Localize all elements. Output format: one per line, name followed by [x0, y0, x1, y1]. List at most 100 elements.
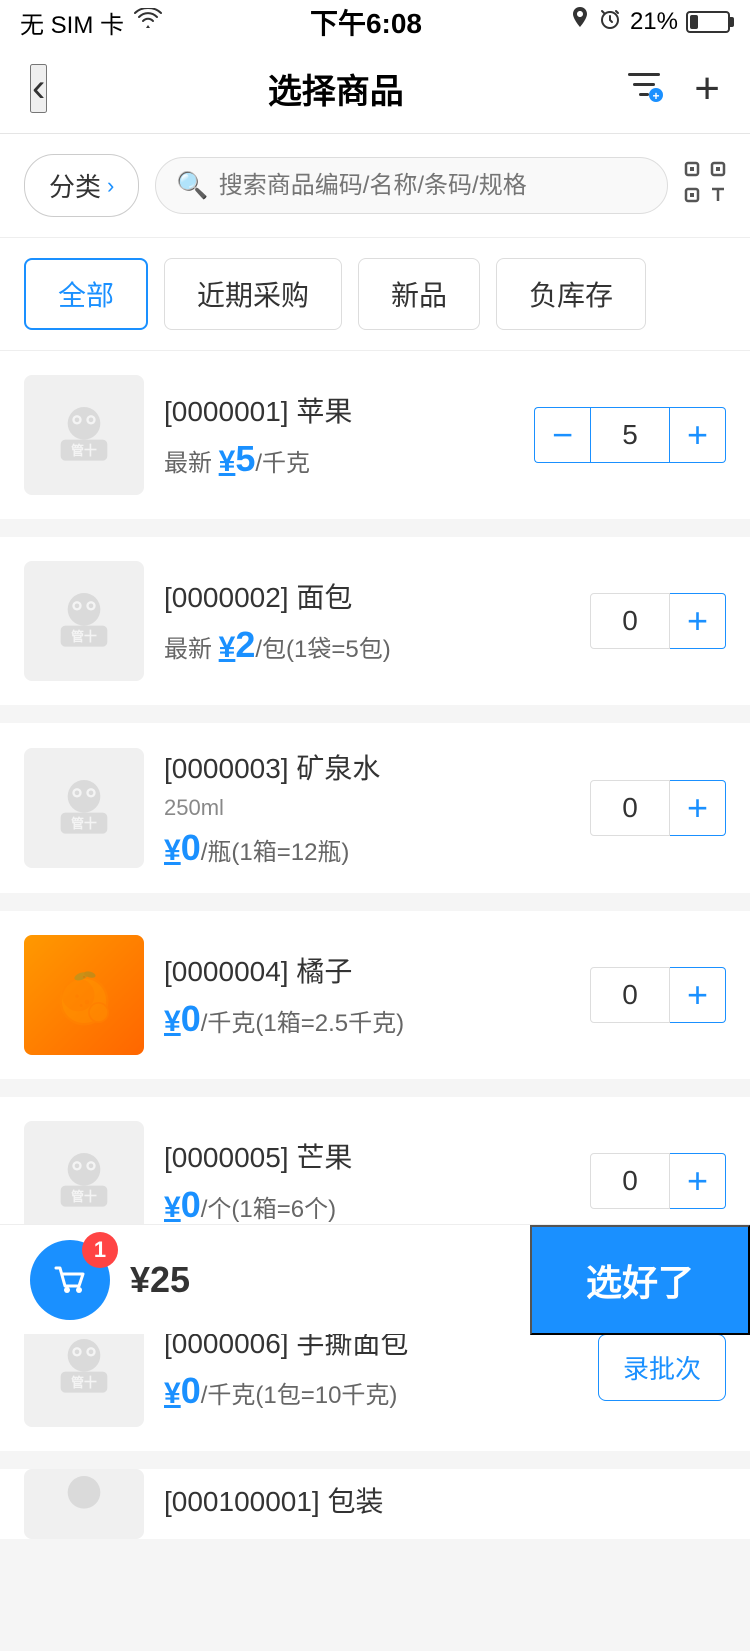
- price-symbol-2: ¥: [219, 631, 236, 664]
- cart-badge: 1: [82, 1232, 118, 1268]
- price-unit-1: /千克: [255, 450, 310, 477]
- qty-display-4: 0: [590, 967, 670, 1023]
- product-thumb-5: 管十: [24, 1121, 144, 1241]
- price-unit-6: /千克(1包=10千克): [201, 1382, 398, 1409]
- cart-section: 1 ¥25: [0, 1240, 530, 1320]
- status-bar: 无 SIM 卡 下午6:08 21%: [0, 0, 750, 44]
- svg-text:+: +: [653, 89, 660, 103]
- svg-text:管十: 管十: [71, 1375, 97, 1390]
- product-info-5: [0000005] 芒果 ¥0/个(1箱=6个): [164, 1136, 570, 1226]
- product-thumb-7: [24, 1469, 144, 1539]
- price-num-2: 2: [235, 624, 255, 665]
- search-box: 🔍: [155, 157, 668, 214]
- location-icon: [570, 7, 590, 38]
- category-chevron-icon: ›: [107, 173, 114, 199]
- nav-title: 选择商品: [268, 64, 404, 113]
- product-info-7: [000100001] 包装: [164, 1480, 726, 1528]
- price-unit-3: /瓶(1箱=12瓶): [201, 839, 350, 866]
- search-input[interactable]: [219, 172, 647, 200]
- product-price-2: 最新 ¥2/包(1袋=5包): [164, 624, 570, 666]
- product-price-1: 最新 ¥5/千克: [164, 438, 514, 480]
- status-time: 下午6:08: [310, 2, 422, 42]
- qty-display-3: 0: [590, 780, 670, 836]
- product-name-5: [0000005] 芒果: [164, 1136, 570, 1176]
- product-name-4: [0000004] 橘子: [164, 950, 570, 990]
- qty-display-2: 0: [590, 593, 670, 649]
- status-left: 无 SIM 卡: [20, 5, 162, 40]
- nav-right-icons: + +: [624, 64, 720, 114]
- product-item: [000100001] 包装: [0, 1469, 750, 1539]
- product-item: [0000004] 橘子 ¥0/千克(1箱=2.5千克) 0 +: [0, 911, 750, 1079]
- confirm-button[interactable]: 选好了: [530, 1225, 750, 1335]
- qty-plus-button-3[interactable]: +: [670, 780, 726, 836]
- filter-icon[interactable]: +: [624, 67, 664, 110]
- product-name-3: [0000003] 矿泉水: [164, 747, 570, 787]
- product-price-6: ¥0/千克(1包=10千克): [164, 1370, 578, 1412]
- tab-recent[interactable]: 近期采购: [164, 258, 342, 330]
- bottom-bar: 1 ¥25 选好了: [0, 1224, 750, 1334]
- qty-control-1: − +: [534, 407, 726, 463]
- qty-minus-button-1[interactable]: −: [534, 407, 590, 463]
- price-label-2: 最新: [164, 636, 212, 663]
- product-info-6: [0000006] 手撕面包 ¥0/千克(1包=10千克): [164, 1322, 578, 1412]
- battery-icon: [686, 11, 730, 33]
- product-thumb-2: 管十: [24, 561, 144, 681]
- tab-all[interactable]: 全部: [24, 258, 148, 330]
- price-num-1: 5: [235, 438, 255, 479]
- svg-text:管十: 管十: [71, 1189, 97, 1204]
- qty-control-5: 0 +: [590, 1153, 726, 1209]
- tab-negative[interactable]: 负库存: [496, 258, 646, 330]
- svg-text:管十: 管十: [71, 629, 97, 644]
- price-symbol-3: ¥: [164, 834, 181, 867]
- status-right: 21%: [570, 7, 730, 38]
- cart-icon-wrap[interactable]: 1: [30, 1240, 110, 1320]
- product-item: 管十 [0000003] 矿泉水 250ml ¥0/瓶(1箱=12瓶) 0 +: [0, 723, 750, 893]
- carrier-label: 无 SIM 卡: [20, 5, 124, 40]
- qty-plus-button-5[interactable]: +: [670, 1153, 726, 1209]
- back-button[interactable]: ‹: [30, 64, 47, 113]
- product-item: 管十 [0000001] 苹果 最新 ¥5/千克 − +: [0, 351, 750, 519]
- qty-plus-button-2[interactable]: +: [670, 593, 726, 649]
- price-symbol-4: ¥: [164, 1005, 181, 1038]
- qty-plus-button-1[interactable]: +: [670, 407, 726, 463]
- product-price-3: ¥0/瓶(1箱=12瓶): [164, 827, 570, 869]
- wifi-icon: [134, 8, 162, 37]
- product-name-2: [0000002] 面包: [164, 576, 570, 616]
- tab-new[interactable]: 新品: [358, 258, 480, 330]
- product-info-2: [0000002] 面包 最新 ¥2/包(1袋=5包): [164, 576, 570, 666]
- product-thumb-3: 管十: [24, 748, 144, 868]
- price-num-4: 0: [181, 998, 201, 1039]
- category-button[interactable]: 分类 ›: [24, 154, 139, 217]
- qty-control-2: 0 +: [590, 593, 726, 649]
- price-unit-2: /包(1袋=5包): [255, 636, 390, 663]
- svg-text:管十: 管十: [71, 816, 97, 831]
- qty-control-4: 0 +: [590, 967, 726, 1023]
- filter-bar: 分类 › 🔍: [0, 134, 750, 238]
- svg-text:管十: 管十: [71, 443, 97, 458]
- cart-total: ¥25: [130, 1259, 190, 1301]
- product-price-4: ¥0/千克(1箱=2.5千克): [164, 998, 570, 1040]
- product-info-4: [0000004] 橘子 ¥0/千克(1箱=2.5千克): [164, 950, 570, 1040]
- price-num-5: 0: [181, 1184, 201, 1225]
- search-icon: 🔍: [176, 170, 208, 201]
- battery-text: 21%: [630, 8, 678, 36]
- scan-icon[interactable]: [684, 161, 726, 211]
- qty-input-1[interactable]: [590, 407, 670, 463]
- nav-bar: ‹ 选择商品 + +: [0, 44, 750, 134]
- price-symbol-1: ¥: [219, 445, 236, 478]
- product-price-5: ¥0/个(1箱=6个): [164, 1184, 570, 1226]
- product-list: 管十 [0000001] 苹果 最新 ¥5/千克 − +: [0, 351, 750, 1651]
- price-num-6: 0: [181, 1370, 201, 1411]
- product-item: 管十 [0000002] 面包 最新 ¥2/包(1袋=5包) 0 +: [0, 537, 750, 705]
- price-label-1: 最新: [164, 450, 212, 477]
- product-name-1: [0000001] 苹果: [164, 390, 514, 430]
- record-batch-button-6[interactable]: 录批次: [598, 1334, 726, 1401]
- qty-plus-button-4[interactable]: +: [670, 967, 726, 1023]
- tab-bar: 全部 近期采购 新品 负库存: [0, 238, 750, 351]
- add-icon[interactable]: +: [694, 64, 720, 114]
- qty-display-5: 0: [590, 1153, 670, 1209]
- product-info-1: [0000001] 苹果 最新 ¥5/千克: [164, 390, 514, 480]
- price-symbol-5: ¥: [164, 1191, 181, 1224]
- product-thumb-4: [24, 935, 144, 1055]
- price-unit-4: /千克(1箱=2.5千克): [201, 1010, 404, 1037]
